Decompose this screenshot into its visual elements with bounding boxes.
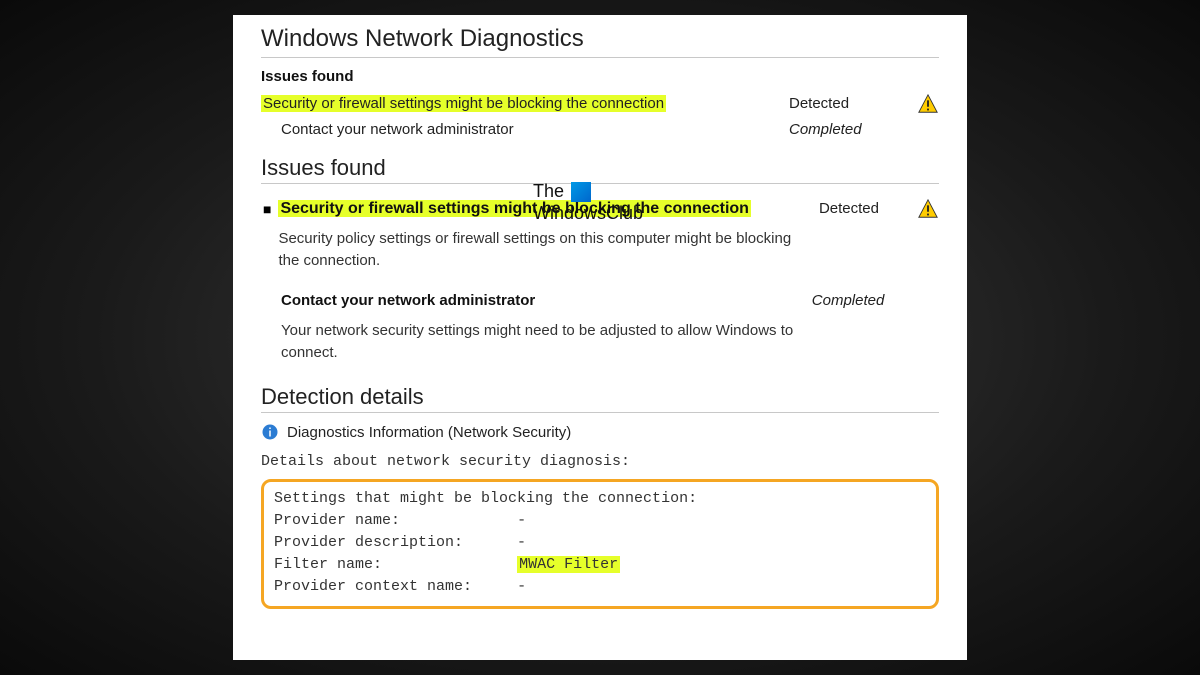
- detection-details-heading: Detection details: [261, 384, 939, 410]
- bullet-icon: ■: [261, 198, 278, 220]
- provider-ctx-label: Provider context name:: [274, 578, 472, 595]
- warning-icon: [917, 198, 939, 220]
- filter-name-value: MWAC Filter: [517, 556, 620, 573]
- issue-1-action-status: Completed: [789, 119, 909, 141]
- divider: [261, 57, 939, 58]
- watermark-logo: The WindowsClub: [533, 180, 643, 224]
- issue-1-status: Detected: [789, 93, 909, 115]
- diagnostics-info-line: Diagnostics Information (Network Securit…: [261, 423, 939, 441]
- warning-icon: [917, 93, 939, 115]
- details-heading-text: Details about network security diagnosis…: [261, 451, 939, 473]
- page-title: Windows Network Diagnostics: [261, 25, 939, 53]
- divider: [261, 412, 939, 413]
- provider-name-label: Provider name:: [274, 512, 400, 529]
- provider-ctx-value: -: [517, 578, 526, 595]
- filter-name-label: Filter name:: [274, 556, 382, 573]
- issue-2-action-status: Completed: [812, 290, 912, 364]
- windowsclub-logo-icon: [571, 182, 591, 202]
- issue-2-title: Security or firewall settings might be b…: [278, 200, 751, 217]
- diagnostics-panel: Windows Network Diagnostics Issues found…: [233, 15, 967, 660]
- issues-found-heading-2: Issues found: [261, 155, 939, 181]
- issue-1-action-row: Contact your network administrator Compl…: [261, 119, 939, 141]
- provider-desc-label: Provider description:: [274, 534, 463, 551]
- detection-callout-box: Settings that might be blocking the conn…: [261, 479, 939, 609]
- issue-2-action-desc: Your network security settings might nee…: [281, 320, 802, 364]
- issue-row-1: Security or firewall settings might be b…: [261, 93, 939, 115]
- diagnostics-info-label: Diagnostics Information (Network Securit…: [287, 424, 571, 441]
- provider-desc-value: -: [517, 534, 526, 551]
- issue-2-action-title: Contact your network administrator: [281, 290, 802, 312]
- issue-1-text: Security or firewall settings might be b…: [261, 95, 666, 112]
- issue-2-status: Detected: [819, 198, 913, 220]
- issues-found-heading-1: Issues found: [261, 68, 939, 85]
- provider-name-value: -: [517, 512, 526, 529]
- info-icon: [261, 423, 279, 441]
- callout-line1: Settings that might be blocking the conn…: [274, 490, 697, 507]
- issue-1-action: Contact your network administrator: [261, 119, 789, 141]
- issue-2-action: Contact your network administrator Your …: [281, 290, 939, 364]
- issue-2-desc: Security policy settings or firewall set…: [278, 228, 809, 272]
